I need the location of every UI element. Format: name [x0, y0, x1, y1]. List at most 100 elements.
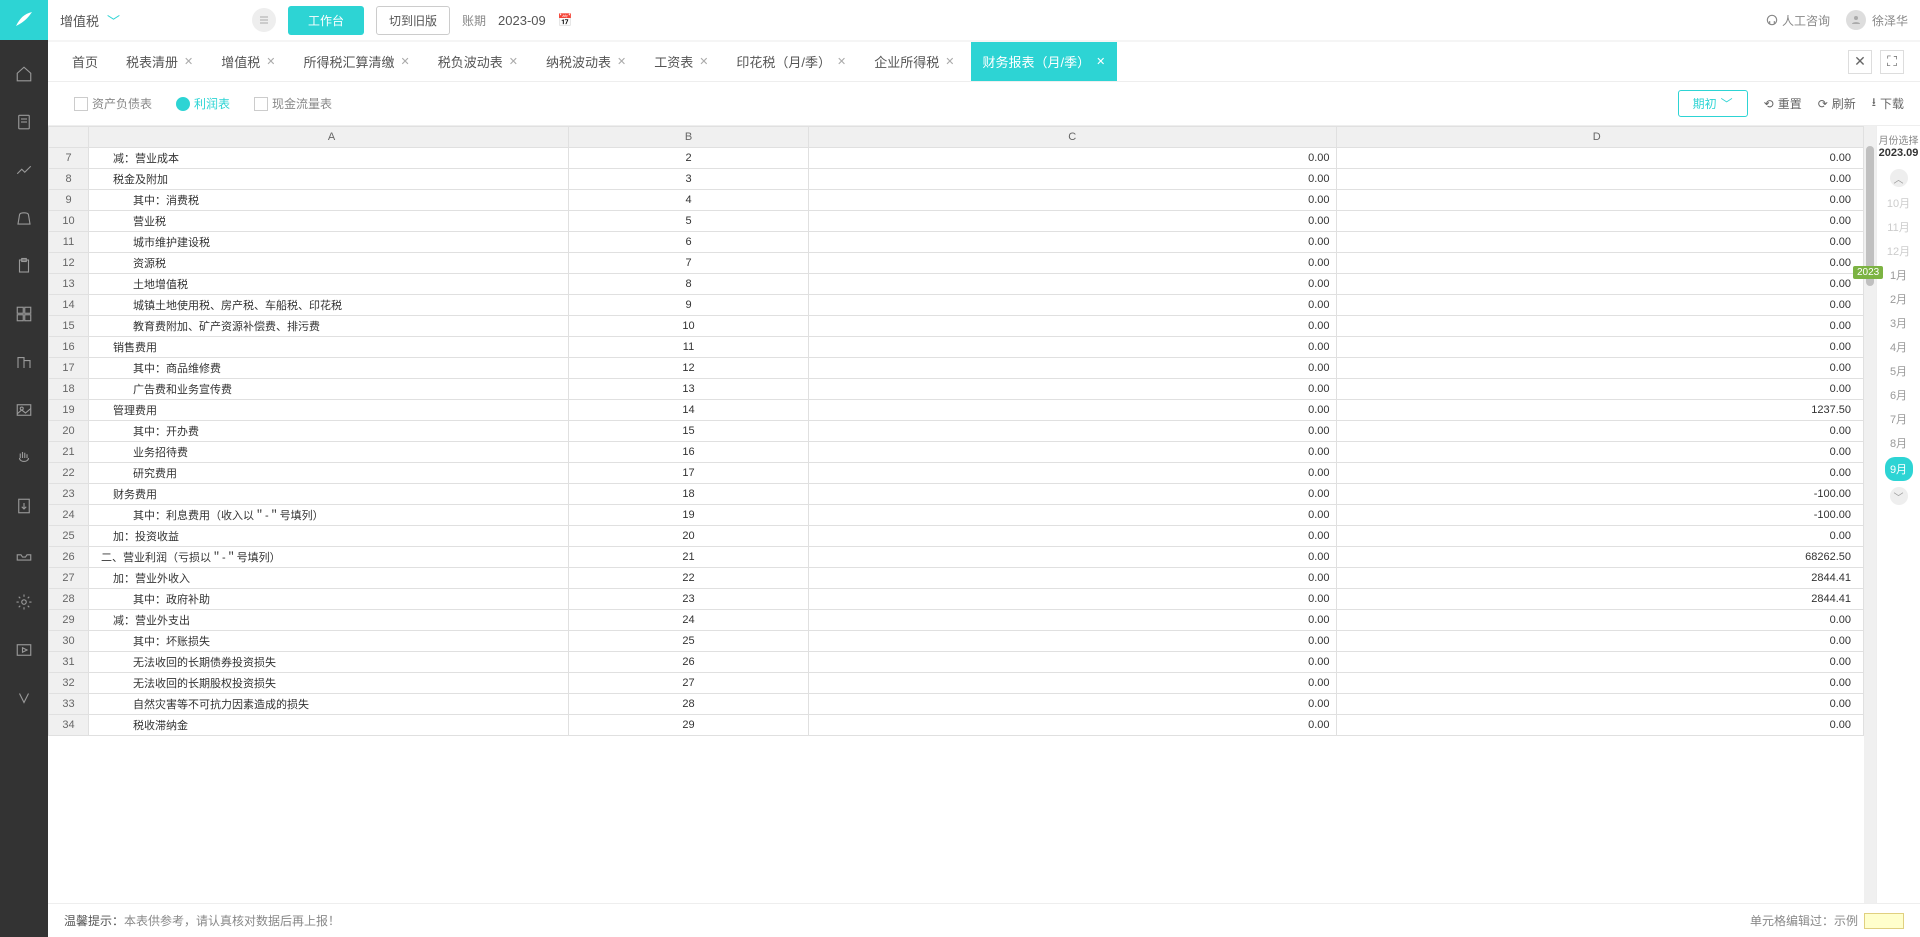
- fullscreen-button[interactable]: ⛶: [1880, 50, 1904, 74]
- row-header[interactable]: 28: [49, 589, 89, 610]
- corner-cell[interactable]: [49, 127, 89, 148]
- row-header[interactable]: 27: [49, 568, 89, 589]
- cell-a[interactable]: 无法收回的长期债券投资损失: [89, 652, 569, 673]
- close-icon[interactable]: ✕: [617, 55, 626, 68]
- row-header[interactable]: 11: [49, 232, 89, 253]
- cell-c[interactable]: 0.00: [809, 148, 1337, 169]
- month-prev-button[interactable]: ︿: [1890, 169, 1908, 187]
- cell-d[interactable]: 0.00: [1336, 379, 1864, 400]
- cell-a[interactable]: 税收滞纳金: [89, 715, 569, 736]
- month-item[interactable]: 11月: [1887, 215, 1910, 239]
- table-row[interactable]: 22研究费用170.000.00: [49, 463, 1864, 484]
- cell-d[interactable]: 0.00: [1336, 253, 1864, 274]
- table-row[interactable]: 27加：营业外收入220.002844.41: [49, 568, 1864, 589]
- cell-d[interactable]: 2844.41: [1336, 568, 1864, 589]
- row-header[interactable]: 15: [49, 316, 89, 337]
- col-header-a[interactable]: A: [89, 127, 569, 148]
- subtab-0[interactable]: 资产负债表: [64, 89, 162, 118]
- cell-d[interactable]: 0.00: [1336, 526, 1864, 547]
- table-row[interactable]: 28其中：政府补助230.002844.41: [49, 589, 1864, 610]
- nav-image-icon[interactable]: [6, 392, 42, 428]
- cell-a[interactable]: 其中：政府补助: [89, 589, 569, 610]
- table-row[interactable]: 14城镇土地使用税、房产税、车船税、印花税90.000.00: [49, 295, 1864, 316]
- cell-c[interactable]: 0.00: [809, 652, 1337, 673]
- cell-b[interactable]: 28: [569, 694, 809, 715]
- row-header[interactable]: 23: [49, 484, 89, 505]
- cell-a[interactable]: 其中：开办费: [89, 421, 569, 442]
- cell-a[interactable]: 管理费用: [89, 400, 569, 421]
- table-row[interactable]: 21业务招待费160.000.00: [49, 442, 1864, 463]
- cell-a[interactable]: 税金及附加: [89, 169, 569, 190]
- row-header[interactable]: 9: [49, 190, 89, 211]
- tab-3[interactable]: 所得税汇算清缴✕: [291, 42, 421, 81]
- table-row[interactable]: 10营业税50.000.00: [49, 211, 1864, 232]
- table-row[interactable]: 34税收滞纳金290.000.00: [49, 715, 1864, 736]
- cell-d[interactable]: -100.00: [1336, 484, 1864, 505]
- cell-b[interactable]: 24: [569, 610, 809, 631]
- table-row[interactable]: 17其中：商品维修费120.000.00: [49, 358, 1864, 379]
- cell-c[interactable]: 0.00: [809, 673, 1337, 694]
- col-header-d[interactable]: D: [1336, 127, 1864, 148]
- cell-c[interactable]: 0.00: [809, 547, 1337, 568]
- table-row[interactable]: 13土地增值税80.000.00: [49, 274, 1864, 295]
- table-row[interactable]: 9其中：消费税40.000.00: [49, 190, 1864, 211]
- tab-6[interactable]: 工资表✕: [642, 42, 720, 81]
- nav-export-icon[interactable]: [6, 488, 42, 524]
- cell-d[interactable]: 1237.50: [1336, 400, 1864, 421]
- cell-a[interactable]: 城镇土地使用税、房产税、车船税、印花税: [89, 295, 569, 316]
- cell-a[interactable]: 其中：利息费用（收入以＂-＂号填列）: [89, 505, 569, 526]
- calendar-icon[interactable]: 📅: [558, 13, 573, 27]
- cell-b[interactable]: 13: [569, 379, 809, 400]
- cell-b[interactable]: 21: [569, 547, 809, 568]
- cell-d[interactable]: 0.00: [1336, 673, 1864, 694]
- cell-d[interactable]: 0.00: [1336, 295, 1864, 316]
- row-header[interactable]: 16: [49, 337, 89, 358]
- scrollbar-thumb[interactable]: [1866, 146, 1874, 286]
- table-row[interactable]: 7减：营业成本20.000.00: [49, 148, 1864, 169]
- cell-a[interactable]: 土地增值税: [89, 274, 569, 295]
- row-header[interactable]: 31: [49, 652, 89, 673]
- close-icon[interactable]: ✕: [266, 55, 275, 68]
- nav-settings-icon[interactable]: [6, 584, 42, 620]
- cell-d[interactable]: 0.00: [1336, 274, 1864, 295]
- row-header[interactable]: 18: [49, 379, 89, 400]
- cell-b[interactable]: 6: [569, 232, 809, 253]
- cell-c[interactable]: 0.00: [809, 610, 1337, 631]
- table-row[interactable]: 29减：营业外支出240.000.00: [49, 610, 1864, 631]
- month-next-button[interactable]: ﹀: [1890, 487, 1908, 505]
- close-all-button[interactable]: ✕: [1848, 50, 1872, 74]
- nav-bag-icon[interactable]: [6, 200, 42, 236]
- cell-d[interactable]: 0.00: [1336, 610, 1864, 631]
- cell-b[interactable]: 3: [569, 169, 809, 190]
- cell-d[interactable]: 0.00: [1336, 631, 1864, 652]
- cell-a[interactable]: 其中：商品维修费: [89, 358, 569, 379]
- close-icon[interactable]: ✕: [837, 55, 846, 68]
- cell-b[interactable]: 8: [569, 274, 809, 295]
- cell-a[interactable]: 资源税: [89, 253, 569, 274]
- nav-chart-icon[interactable]: [6, 152, 42, 188]
- tab-9[interactable]: 财务报表（月/季）✕: [971, 42, 1118, 81]
- row-header[interactable]: 25: [49, 526, 89, 547]
- cell-b[interactable]: 2: [569, 148, 809, 169]
- spreadsheet[interactable]: A B C D 7减：营业成本20.000.008税金及附加30.000.009…: [48, 126, 1864, 736]
- row-header[interactable]: 10: [49, 211, 89, 232]
- tab-4[interactable]: 税负波动表✕: [426, 42, 530, 81]
- subtab-1[interactable]: 利润表: [166, 89, 240, 118]
- nav-home-icon[interactable]: [6, 56, 42, 92]
- table-row[interactable]: 25加：投资收益200.000.00: [49, 526, 1864, 547]
- close-icon[interactable]: ✕: [945, 55, 954, 68]
- row-header[interactable]: 20: [49, 421, 89, 442]
- month-item[interactable]: 2月: [1885, 287, 1913, 311]
- nav-hand-icon[interactable]: [6, 440, 42, 476]
- cell-c[interactable]: 0.00: [809, 295, 1337, 316]
- table-row[interactable]: 18广告费和业务宣传费130.000.00: [49, 379, 1864, 400]
- cell-b[interactable]: 11: [569, 337, 809, 358]
- nav-building-icon[interactable]: [6, 344, 42, 380]
- close-icon[interactable]: ✕: [1096, 55, 1105, 68]
- vertical-scrollbar[interactable]: [1864, 126, 1876, 903]
- row-header[interactable]: 34: [49, 715, 89, 736]
- cell-a[interactable]: 其中：消费税: [89, 190, 569, 211]
- cell-c[interactable]: 0.00: [809, 505, 1337, 526]
- cell-b[interactable]: 4: [569, 190, 809, 211]
- cell-a[interactable]: 财务费用: [89, 484, 569, 505]
